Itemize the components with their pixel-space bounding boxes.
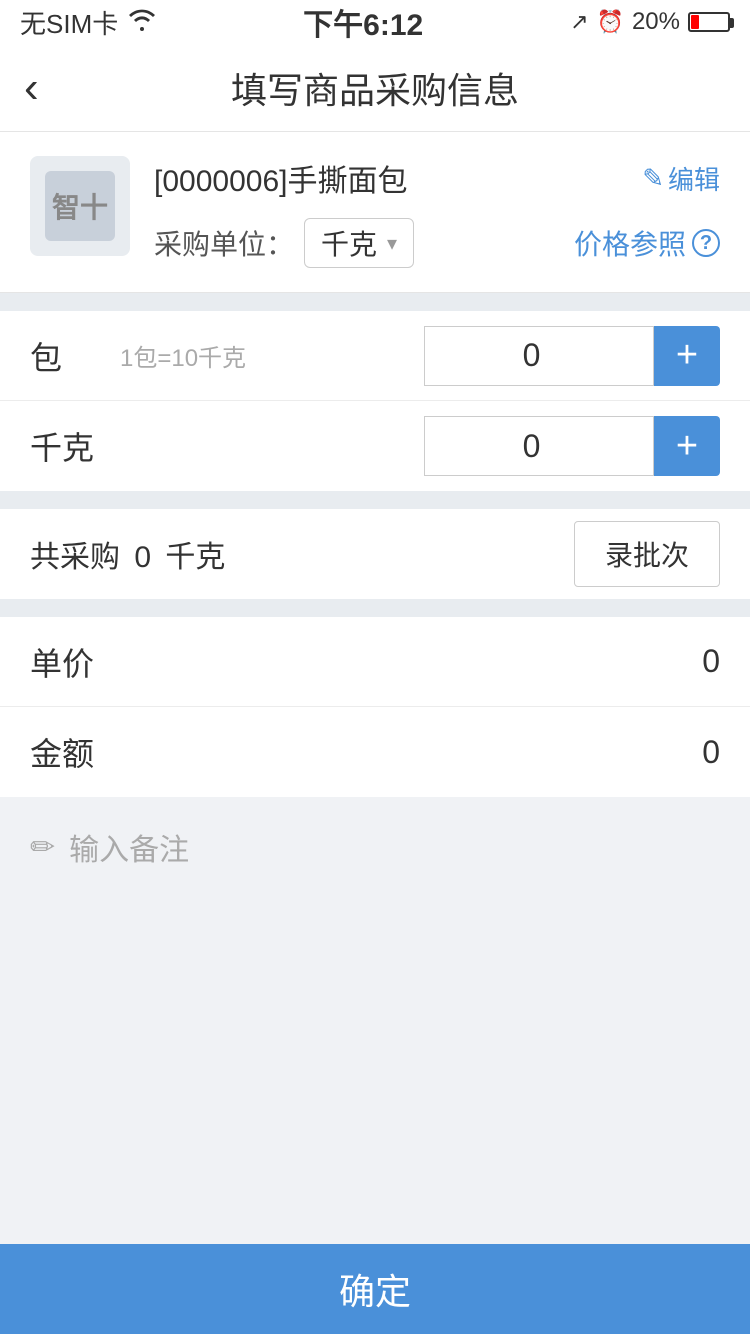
unit-price-label: 单价 xyxy=(30,639,94,685)
unit-value: 千克 xyxy=(321,223,377,263)
wifi-icon xyxy=(128,7,156,38)
nav-bar: ‹ 填写商品采购信息 xyxy=(0,44,750,132)
status-right: ↗ ⏰ 20% xyxy=(570,8,730,36)
summary-row: 共采购 0 千克 录批次 xyxy=(0,509,750,599)
confirm-button[interactable]: 确定 xyxy=(339,1263,411,1315)
product-card: 智十 [0000006]手撕面包 ✎ 编辑 采购单位： 千克 ▾ 价格参照 ? xyxy=(0,132,750,293)
pack-plus-button[interactable]: + xyxy=(654,326,720,386)
divider-1 xyxy=(0,293,750,311)
amount-value: 0 xyxy=(702,734,720,771)
amount-label: 金额 xyxy=(30,729,94,775)
summary-text: 共采购 0 千克 xyxy=(30,532,225,576)
pack-row: 包 1包=10千克 + xyxy=(0,311,750,401)
unit-selector[interactable]: 千克 ▾ xyxy=(304,218,414,268)
edit-button[interactable]: ✎ 编辑 xyxy=(642,160,720,197)
input-section: 包 1包=10千克 + 千克 + xyxy=(0,311,750,491)
carrier-text: 无SIM卡 xyxy=(20,4,118,41)
note-placeholder: 输入备注 xyxy=(69,825,189,869)
content-area xyxy=(0,897,750,1237)
info-icon: ? xyxy=(692,229,720,257)
product-logo: 智十 xyxy=(45,171,115,241)
status-bar: 无SIM卡 下午6:12 ↗ ⏰ 20% xyxy=(0,0,750,44)
product-unit-row: 采购单位： 千克 ▾ 价格参照 ? xyxy=(154,218,720,268)
unit-price-row: 单价 0 xyxy=(0,617,750,707)
product-info: [0000006]手撕面包 ✎ 编辑 采购单位： 千克 ▾ 价格参照 ? xyxy=(154,156,720,268)
battery-icon xyxy=(688,12,730,32)
price-info-section: 单价 0 金额 0 xyxy=(0,617,750,797)
kg-plus-button[interactable]: + xyxy=(654,416,720,476)
edit-icon: ✎ xyxy=(642,163,664,194)
kg-input-control: + xyxy=(424,416,720,476)
confirm-bar[interactable]: 确定 xyxy=(0,1244,750,1334)
pencil-icon: ✏ xyxy=(30,830,55,865)
unit-price-value: 0 xyxy=(702,643,720,680)
status-time: 下午6:12 xyxy=(303,0,423,44)
pack-qty-input[interactable] xyxy=(424,326,654,386)
product-thumbnail: 智十 xyxy=(30,156,130,256)
pack-sublabel: 1包=10千克 xyxy=(120,338,424,373)
divider-3 xyxy=(0,599,750,617)
note-section[interactable]: ✏ 输入备注 xyxy=(0,797,750,897)
page-title: 填写商品采购信息 xyxy=(231,62,519,114)
status-left: 无SIM卡 xyxy=(20,4,156,41)
pack-input-control: + xyxy=(424,326,720,386)
pack-label: 包 xyxy=(30,333,110,379)
back-button[interactable]: ‹ xyxy=(24,63,39,113)
dropdown-arrow-icon: ▾ xyxy=(387,231,397,256)
unit-label: 采购单位： xyxy=(154,223,294,263)
battery-pct: 20% xyxy=(632,8,680,36)
kg-qty-input[interactable] xyxy=(424,416,654,476)
location-icon: ↗ xyxy=(570,9,588,35)
divider-2 xyxy=(0,491,750,509)
record-batch-button[interactable]: 录批次 xyxy=(574,521,720,587)
amount-row: 金额 0 xyxy=(0,707,750,797)
kg-label: 千克 xyxy=(30,423,110,469)
product-name-row: [0000006]手撕面包 ✎ 编辑 xyxy=(154,156,720,200)
alarm-icon: ⏰ xyxy=(597,9,624,35)
price-ref-button[interactable]: 价格参照 ? xyxy=(574,223,720,263)
kg-row: 千克 + xyxy=(0,401,750,491)
product-name: [0000006]手撕面包 xyxy=(154,156,407,200)
